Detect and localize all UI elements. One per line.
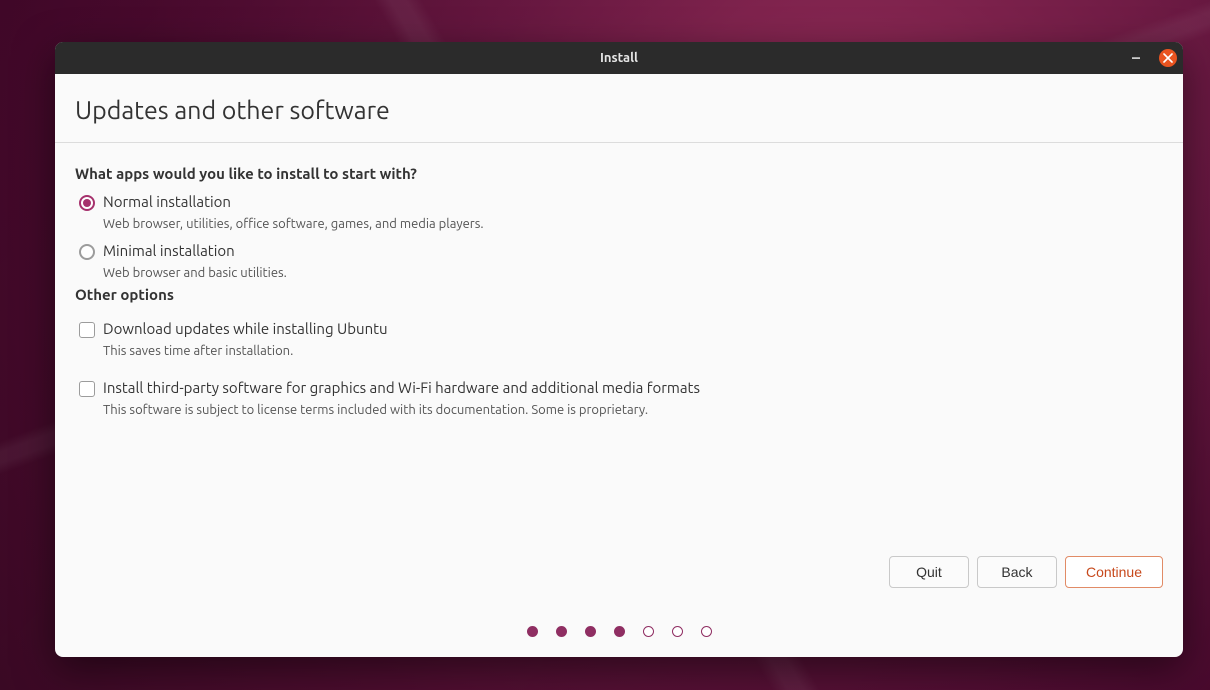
progress-dots xyxy=(75,598,1163,657)
close-button[interactable] xyxy=(1159,49,1177,67)
option-minimal-description: Web browser and basic utilities. xyxy=(75,262,1163,284)
progress-dot xyxy=(672,626,683,637)
quit-button[interactable]: Quit xyxy=(889,556,969,588)
window-title: Install xyxy=(600,51,638,65)
other-options-heading: Other options xyxy=(75,286,1163,303)
option-minimal-install[interactable]: Minimal installation xyxy=(75,239,1163,262)
option-normal-install[interactable]: Normal installation xyxy=(75,190,1163,213)
minimize-icon: – xyxy=(1132,50,1140,66)
checkbox-icon xyxy=(79,381,95,397)
installer-window: Install – Updates and other software Wha… xyxy=(55,42,1183,657)
back-button[interactable]: Back xyxy=(977,556,1057,588)
close-icon xyxy=(1163,53,1173,63)
window-controls: – xyxy=(1127,42,1177,74)
option-normal-description: Web browser, utilities, office software,… xyxy=(75,213,1163,239)
radio-icon xyxy=(79,195,95,211)
progress-dot xyxy=(556,626,567,637)
option-label: Normal installation xyxy=(103,193,231,210)
progress-dot xyxy=(643,626,654,637)
button-row: Quit Back Continue xyxy=(75,556,1163,598)
option-label: Minimal installation xyxy=(103,242,235,259)
minimize-button[interactable]: – xyxy=(1127,49,1145,67)
radio-icon xyxy=(79,244,95,260)
content-area: Updates and other software What apps wou… xyxy=(55,74,1183,657)
page-title: Updates and other software xyxy=(75,96,1163,142)
option-label: Install third-party software for graphic… xyxy=(103,379,700,396)
option-download-updates[interactable]: Download updates while installing Ubuntu xyxy=(75,317,1163,340)
option-label: Download updates while installing Ubuntu xyxy=(103,320,388,337)
titlebar: Install – xyxy=(55,42,1183,74)
option-third-party-description: This software is subject to license term… xyxy=(75,399,1163,425)
progress-dot xyxy=(614,626,625,637)
progress-dot xyxy=(527,626,538,637)
continue-button[interactable]: Continue xyxy=(1065,556,1163,588)
divider xyxy=(55,142,1183,143)
progress-dot xyxy=(585,626,596,637)
checkbox-icon xyxy=(79,322,95,338)
apps-question: What apps would you like to install to s… xyxy=(75,165,1163,182)
option-third-party[interactable]: Install third-party software for graphic… xyxy=(75,376,1163,399)
progress-dot xyxy=(701,626,712,637)
option-download-updates-description: This saves time after installation. xyxy=(75,340,1163,366)
